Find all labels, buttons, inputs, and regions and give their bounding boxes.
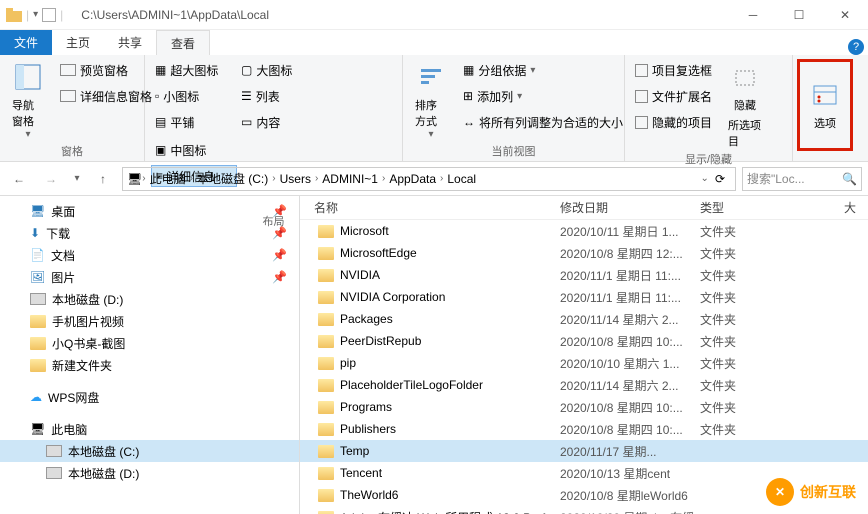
qat-divider: | xyxy=(26,8,29,22)
fitcols-button[interactable]: ↔将所有列调整为合适的大小 xyxy=(459,111,627,133)
group-label-view: 当前视图 xyxy=(403,143,624,161)
options-button[interactable]: 选项 xyxy=(802,77,848,133)
address-bar: ← → ▾ ↑ 🖥 › 此电脑› 本地磁盘 (C:)› Users› ADMIN… xyxy=(0,162,868,196)
sort-button[interactable]: 排序方式 ▾ xyxy=(409,59,453,142)
folder-icon xyxy=(318,489,334,502)
search-icon: 🔍 xyxy=(842,172,857,186)
folder-icon xyxy=(318,445,334,458)
table-row[interactable]: Packages2020/11/14 星期六 2...文件夹 xyxy=(300,308,868,330)
ribbon: 导航窗格 ▾ 预览窗格 详细信息窗格 窗格 ▦超大图标 ▫小图标 ▤平铺 ▢大图… xyxy=(0,55,868,162)
close-button[interactable]: ✕ xyxy=(822,0,868,30)
hidden-toggle[interactable]: 隐藏的项目 xyxy=(631,111,716,133)
search-input[interactable]: 搜索"Loc... 🔍 xyxy=(742,167,862,191)
table-row[interactable]: Publishers2020/10/8 星期四 10:...文件夹 xyxy=(300,418,868,440)
pin-icon: 📌 xyxy=(272,248,287,262)
addcol-button[interactable]: ⊞添加列▾ xyxy=(459,85,627,107)
layout-list[interactable]: ☰列表 xyxy=(237,85,309,107)
folder-icon xyxy=(318,313,334,326)
up-button[interactable]: ↑ xyxy=(90,166,116,192)
forward-button[interactable]: → xyxy=(38,166,64,192)
table-row[interactable]: Temp2020/11/17 星期... xyxy=(300,440,868,462)
back-button[interactable]: ← xyxy=(6,166,32,192)
folder-icon xyxy=(318,401,334,414)
folder-icon xyxy=(318,467,334,480)
chevron-down-icon: ▾ xyxy=(25,129,30,140)
table-row[interactable]: MicrosoftEdge2020/10/8 星期四 12:...文件夹 xyxy=(300,242,868,264)
nav-pane-button[interactable]: 导航窗格 ▾ xyxy=(6,59,50,142)
file-pane: 名称 修改日期 类型 大 Microsoft2020/10/11 星期日 1..… xyxy=(300,196,868,514)
sidebar-quick-item[interactable]: 小Q书桌-截图 xyxy=(0,332,299,354)
sidebar-thispc[interactable]: 🖥此电脑 xyxy=(0,418,299,440)
folder-icon xyxy=(318,269,334,282)
column-headers[interactable]: 名称 修改日期 类型 大 xyxy=(300,196,868,220)
table-row[interactable]: PlaceholderTileLogoFolder2020/11/14 星期六 … xyxy=(300,374,868,396)
folder-icon xyxy=(318,291,334,304)
table-row[interactable]: Adobe 在缓冲 Web 所用程式 13.0 Profe2020/10/20 … xyxy=(300,506,868,514)
sidebar-quick-item[interactable]: 手机图片视频 xyxy=(0,310,299,332)
qat-separator: | xyxy=(60,8,63,22)
sidebar-quick-item[interactable]: 📄文档📌 xyxy=(0,244,299,266)
window-title: C:\Users\ADMINI~1\AppData\Local xyxy=(69,8,730,22)
sidebar-wps[interactable]: ☁WPS网盘 xyxy=(0,386,299,408)
layout-large[interactable]: ▢大图标 xyxy=(237,59,309,81)
watermark: ✕ 创新互联 xyxy=(766,478,856,506)
layout-medium[interactable]: ▣中图标 xyxy=(151,139,237,161)
layout-small[interactable]: ▫小图标 xyxy=(151,85,231,107)
table-row[interactable]: NVIDIA2020/11/1 星期日 11:...文件夹 xyxy=(300,264,868,286)
layout-tiles[interactable]: ▤平铺 xyxy=(151,111,231,133)
help-icon[interactable]: ? xyxy=(848,39,864,55)
sidebar-drive-item[interactable]: 本地磁盘 (D:) xyxy=(0,462,299,484)
breadcrumb[interactable]: 🖥 › 此电脑› 本地磁盘 (C:)› Users› ADMINI~1› App… xyxy=(122,167,736,191)
sidebar-quick-item[interactable]: 🖥桌面📌 xyxy=(0,200,299,222)
tab-share[interactable]: 共享 xyxy=(104,30,156,55)
sidebar-quick-item[interactable]: 新建文件夹 xyxy=(0,354,299,376)
recent-dropdown[interactable]: ▾ xyxy=(70,166,84,192)
pin-icon: 📌 xyxy=(272,226,287,240)
sidebar-drive-item[interactable]: 本地磁盘 (C:) xyxy=(0,440,299,462)
ext-toggle[interactable]: 文件扩展名 xyxy=(631,85,716,107)
folder-icon xyxy=(318,247,334,260)
pin-icon: 📌 xyxy=(272,270,287,284)
folder-icon xyxy=(318,335,334,348)
table-row[interactable]: NVIDIA Corporation2020/11/1 星期日 11:...文件… xyxy=(300,286,868,308)
sidebar-quick-item[interactable]: 本地磁盘 (D:) xyxy=(0,288,299,310)
minimize-button[interactable]: ─ xyxy=(730,0,776,30)
sidebar: 🖥桌面📌⬇下载📌📄文档📌🖼图片📌本地磁盘 (D:)手机图片视频小Q书桌-截图新建… xyxy=(0,196,300,514)
checkboxes-toggle[interactable]: 项目复选框 xyxy=(631,59,716,81)
sidebar-quick-item[interactable]: 🖼图片📌 xyxy=(0,266,299,288)
table-row[interactable]: pip2020/10/10 星期六 1...文件夹 xyxy=(300,352,868,374)
chevron-down-icon: ▾ xyxy=(428,129,433,140)
folder-icon xyxy=(6,8,22,22)
group-label-showhide: 显示/隐藏 xyxy=(625,151,792,167)
group-label-panes: 窗格 xyxy=(0,143,144,161)
hide-button[interactable]: 隐藏 所选项目 xyxy=(722,59,768,151)
maximize-button[interactable]: ☐ xyxy=(776,0,822,30)
layout-content[interactable]: ▭内容 xyxy=(237,111,309,133)
tab-file[interactable]: 文件 xyxy=(0,30,52,55)
table-row[interactable]: Microsoft2020/10/11 星期日 1...文件夹 xyxy=(300,220,868,242)
qat-dropdown-icon[interactable]: ▾ xyxy=(33,9,38,20)
pin-icon: 📌 xyxy=(272,204,287,218)
title-bar: | ▾ | C:\Users\ADMINI~1\AppData\Local ─ … xyxy=(0,0,868,30)
folder-icon xyxy=(318,423,334,436)
tab-view[interactable]: 查看 xyxy=(156,30,210,55)
tab-home[interactable]: 主页 xyxy=(52,30,104,55)
folder-icon xyxy=(318,379,334,392)
folder-icon xyxy=(318,511,334,514)
preview-pane-button[interactable]: 预览窗格 xyxy=(56,59,156,81)
ribbon-tabs: 文件 主页 共享 查看 ? xyxy=(0,30,868,55)
sidebar-quick-item[interactable]: ⬇下载📌 xyxy=(0,222,299,244)
table-row[interactable]: PeerDistRepub2020/10/8 星期四 10:...文件夹 xyxy=(300,330,868,352)
layout-xlarge[interactable]: ▦超大图标 xyxy=(151,59,231,81)
folder-icon xyxy=(318,225,334,238)
details-pane-button[interactable]: 详细信息窗格 xyxy=(56,85,156,107)
groupby-button[interactable]: ▦分组依据▾ xyxy=(459,59,627,81)
folder-icon xyxy=(318,357,334,370)
qat-item[interactable] xyxy=(42,8,56,22)
watermark-icon: ✕ xyxy=(766,478,794,506)
pc-icon: 🖥 xyxy=(127,172,142,186)
table-row[interactable]: Programs2020/10/8 星期四 10:...文件夹 xyxy=(300,396,868,418)
address-dropdown-icon[interactable]: ⌄ xyxy=(701,173,709,184)
refresh-icon[interactable]: ⟳ xyxy=(709,172,731,186)
